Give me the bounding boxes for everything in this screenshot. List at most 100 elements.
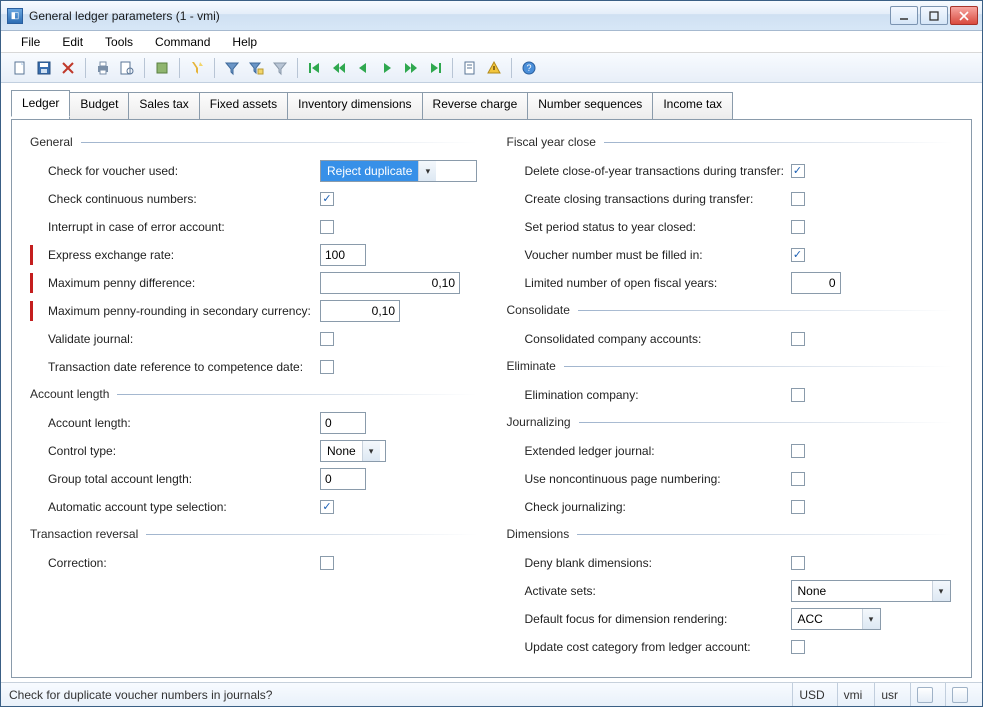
- status-tool-1[interactable]: [910, 683, 939, 706]
- filter-flash-icon[interactable]: [186, 57, 208, 79]
- combo-control-type[interactable]: None: [320, 440, 386, 462]
- menubar: File Edit Tools Command Help: [1, 31, 982, 53]
- toolbar: ?: [1, 53, 982, 83]
- label-limited-fy: Limited number of open fiscal years:: [525, 276, 791, 290]
- row-consolidated-accounts: Consolidated company accounts:: [507, 325, 954, 353]
- row-update-cost-cat: Update cost category from ledger account…: [507, 633, 954, 661]
- tab-reversecharge[interactable]: Reverse charge: [422, 92, 529, 119]
- checkbox-check-continuous[interactable]: [320, 192, 334, 206]
- label-activate-sets: Activate sets:: [525, 584, 791, 598]
- delete-icon[interactable]: [57, 57, 79, 79]
- tab-fixedassets[interactable]: Fixed assets: [199, 92, 288, 119]
- label-correction: Correction:: [48, 556, 320, 570]
- status-tool-2[interactable]: [945, 683, 974, 706]
- row-deny-blank-dim: Deny blank dimensions:: [507, 549, 954, 577]
- nav-next-page-icon[interactable]: [400, 57, 422, 79]
- checkbox-deny-blank-dim[interactable]: [791, 556, 805, 570]
- combo-activate-sets[interactable]: None: [791, 580, 951, 602]
- input-group-total-len[interactable]: [320, 468, 366, 490]
- status-hint: Check for duplicate voucher numbers in j…: [9, 688, 786, 702]
- menu-tools[interactable]: Tools: [95, 33, 143, 51]
- nav-last-icon[interactable]: [424, 57, 446, 79]
- filter-funnel-icon[interactable]: [221, 57, 243, 79]
- tab-ledger[interactable]: Ledger: [11, 90, 70, 117]
- input-max-penny-sec[interactable]: [320, 300, 400, 322]
- window-frame: ◧ General ledger parameters (1 - vmi) Fi…: [0, 0, 983, 707]
- filter-clear-icon[interactable]: [269, 57, 291, 79]
- minimize-button[interactable]: [890, 6, 918, 25]
- toolbar-separator: [452, 58, 453, 78]
- row-interrupt-error: Interrupt in case of error account:: [30, 213, 477, 241]
- toolbar-separator: [511, 58, 512, 78]
- menu-file[interactable]: File: [11, 33, 50, 51]
- titlebar: ◧ General ledger parameters (1 - vmi): [1, 1, 982, 31]
- label-control-type: Control type:: [48, 444, 320, 458]
- input-account-length[interactable]: [320, 412, 366, 434]
- tab-salestax[interactable]: Sales tax: [128, 92, 199, 119]
- nav-prev-page-icon[interactable]: [328, 57, 350, 79]
- statusbar: Check for duplicate voucher numbers in j…: [1, 682, 982, 706]
- alert-icon[interactable]: [483, 57, 505, 79]
- checkbox-set-period-status[interactable]: [791, 220, 805, 234]
- group-eliminate: Eliminate: [507, 359, 954, 373]
- checkbox-extended-journal[interactable]: [791, 444, 805, 458]
- checkbox-update-cost-cat[interactable]: [791, 640, 805, 654]
- row-max-penny: Maximum penny difference:: [30, 269, 477, 297]
- checkbox-consolidated-accounts[interactable]: [791, 332, 805, 346]
- help-icon[interactable]: ?: [518, 57, 540, 79]
- nav-next-icon[interactable]: [376, 57, 398, 79]
- status-currency: USD: [792, 683, 830, 706]
- tab-panel-ledger: General Check for voucher used: Reject d…: [11, 119, 972, 678]
- tab-numseq[interactable]: Number sequences: [527, 92, 653, 119]
- checkbox-txn-date-ref[interactable]: [320, 360, 334, 374]
- label-account-length: Account length:: [48, 416, 320, 430]
- group-consolidate: Consolidate: [507, 303, 954, 317]
- checkbox-validate-journal[interactable]: [320, 332, 334, 346]
- menu-command[interactable]: Command: [145, 33, 220, 51]
- checkbox-check-journalizing[interactable]: [791, 500, 805, 514]
- new-icon[interactable]: [9, 57, 31, 79]
- checkbox-create-closing[interactable]: [791, 192, 805, 206]
- nav-first-icon[interactable]: [304, 57, 326, 79]
- checkbox-voucher-must-fill[interactable]: [791, 248, 805, 262]
- nav-prev-icon[interactable]: [352, 57, 374, 79]
- attach-icon[interactable]: [459, 57, 481, 79]
- checkbox-correction[interactable]: [320, 556, 334, 570]
- row-auto-account-type: Automatic account type selection:: [30, 493, 477, 521]
- maximize-button[interactable]: [920, 6, 948, 25]
- menu-edit[interactable]: Edit: [52, 33, 93, 51]
- label-group-total-len: Group total account length:: [48, 472, 320, 486]
- row-group-total-len: Group total account length:: [30, 465, 477, 493]
- checkbox-elimination-company[interactable]: [791, 388, 805, 402]
- input-limited-fy[interactable]: [791, 272, 841, 294]
- tab-budget[interactable]: Budget: [69, 92, 129, 119]
- combo-check-voucher-used[interactable]: Reject duplicate: [320, 160, 477, 182]
- label-deny-blank-dim: Deny blank dimensions:: [525, 556, 791, 570]
- print-preview-icon[interactable]: [116, 57, 138, 79]
- right-column: Fiscal year close Delete close-of-year t…: [507, 129, 954, 665]
- print-icon[interactable]: [92, 57, 114, 79]
- checkbox-auto-account-type[interactable]: [320, 500, 334, 514]
- combo-value: Reject duplicate: [321, 161, 418, 181]
- filter-by-icon[interactable]: [245, 57, 267, 79]
- toolbar-separator: [85, 58, 86, 78]
- checkbox-interrupt-error[interactable]: [320, 220, 334, 234]
- row-delete-close-year: Delete close-of-year transactions during…: [507, 157, 954, 185]
- tab-incometax[interactable]: Income tax: [652, 92, 733, 119]
- label-create-closing: Create closing transactions during trans…: [525, 192, 791, 206]
- label-update-cost-cat: Update cost category from ledger account…: [525, 640, 791, 654]
- checkbox-noncont-page[interactable]: [791, 472, 805, 486]
- close-button[interactable]: [950, 6, 978, 25]
- label-extended-journal: Extended ledger journal:: [525, 444, 791, 458]
- label-max-penny: Maximum penny difference:: [48, 276, 320, 290]
- label-voucher-must-fill: Voucher number must be filled in:: [525, 248, 791, 262]
- save-icon[interactable]: [33, 57, 55, 79]
- input-express-rate[interactable]: [320, 244, 366, 266]
- tab-inventorydim[interactable]: Inventory dimensions: [287, 92, 422, 119]
- row-set-period-status: Set period status to year closed:: [507, 213, 954, 241]
- combo-default-focus-dim[interactable]: ACC: [791, 608, 881, 630]
- checkbox-delete-close-year[interactable]: [791, 164, 805, 178]
- menu-help[interactable]: Help: [222, 33, 267, 51]
- export-icon[interactable]: [151, 57, 173, 79]
- input-max-penny[interactable]: [320, 272, 460, 294]
